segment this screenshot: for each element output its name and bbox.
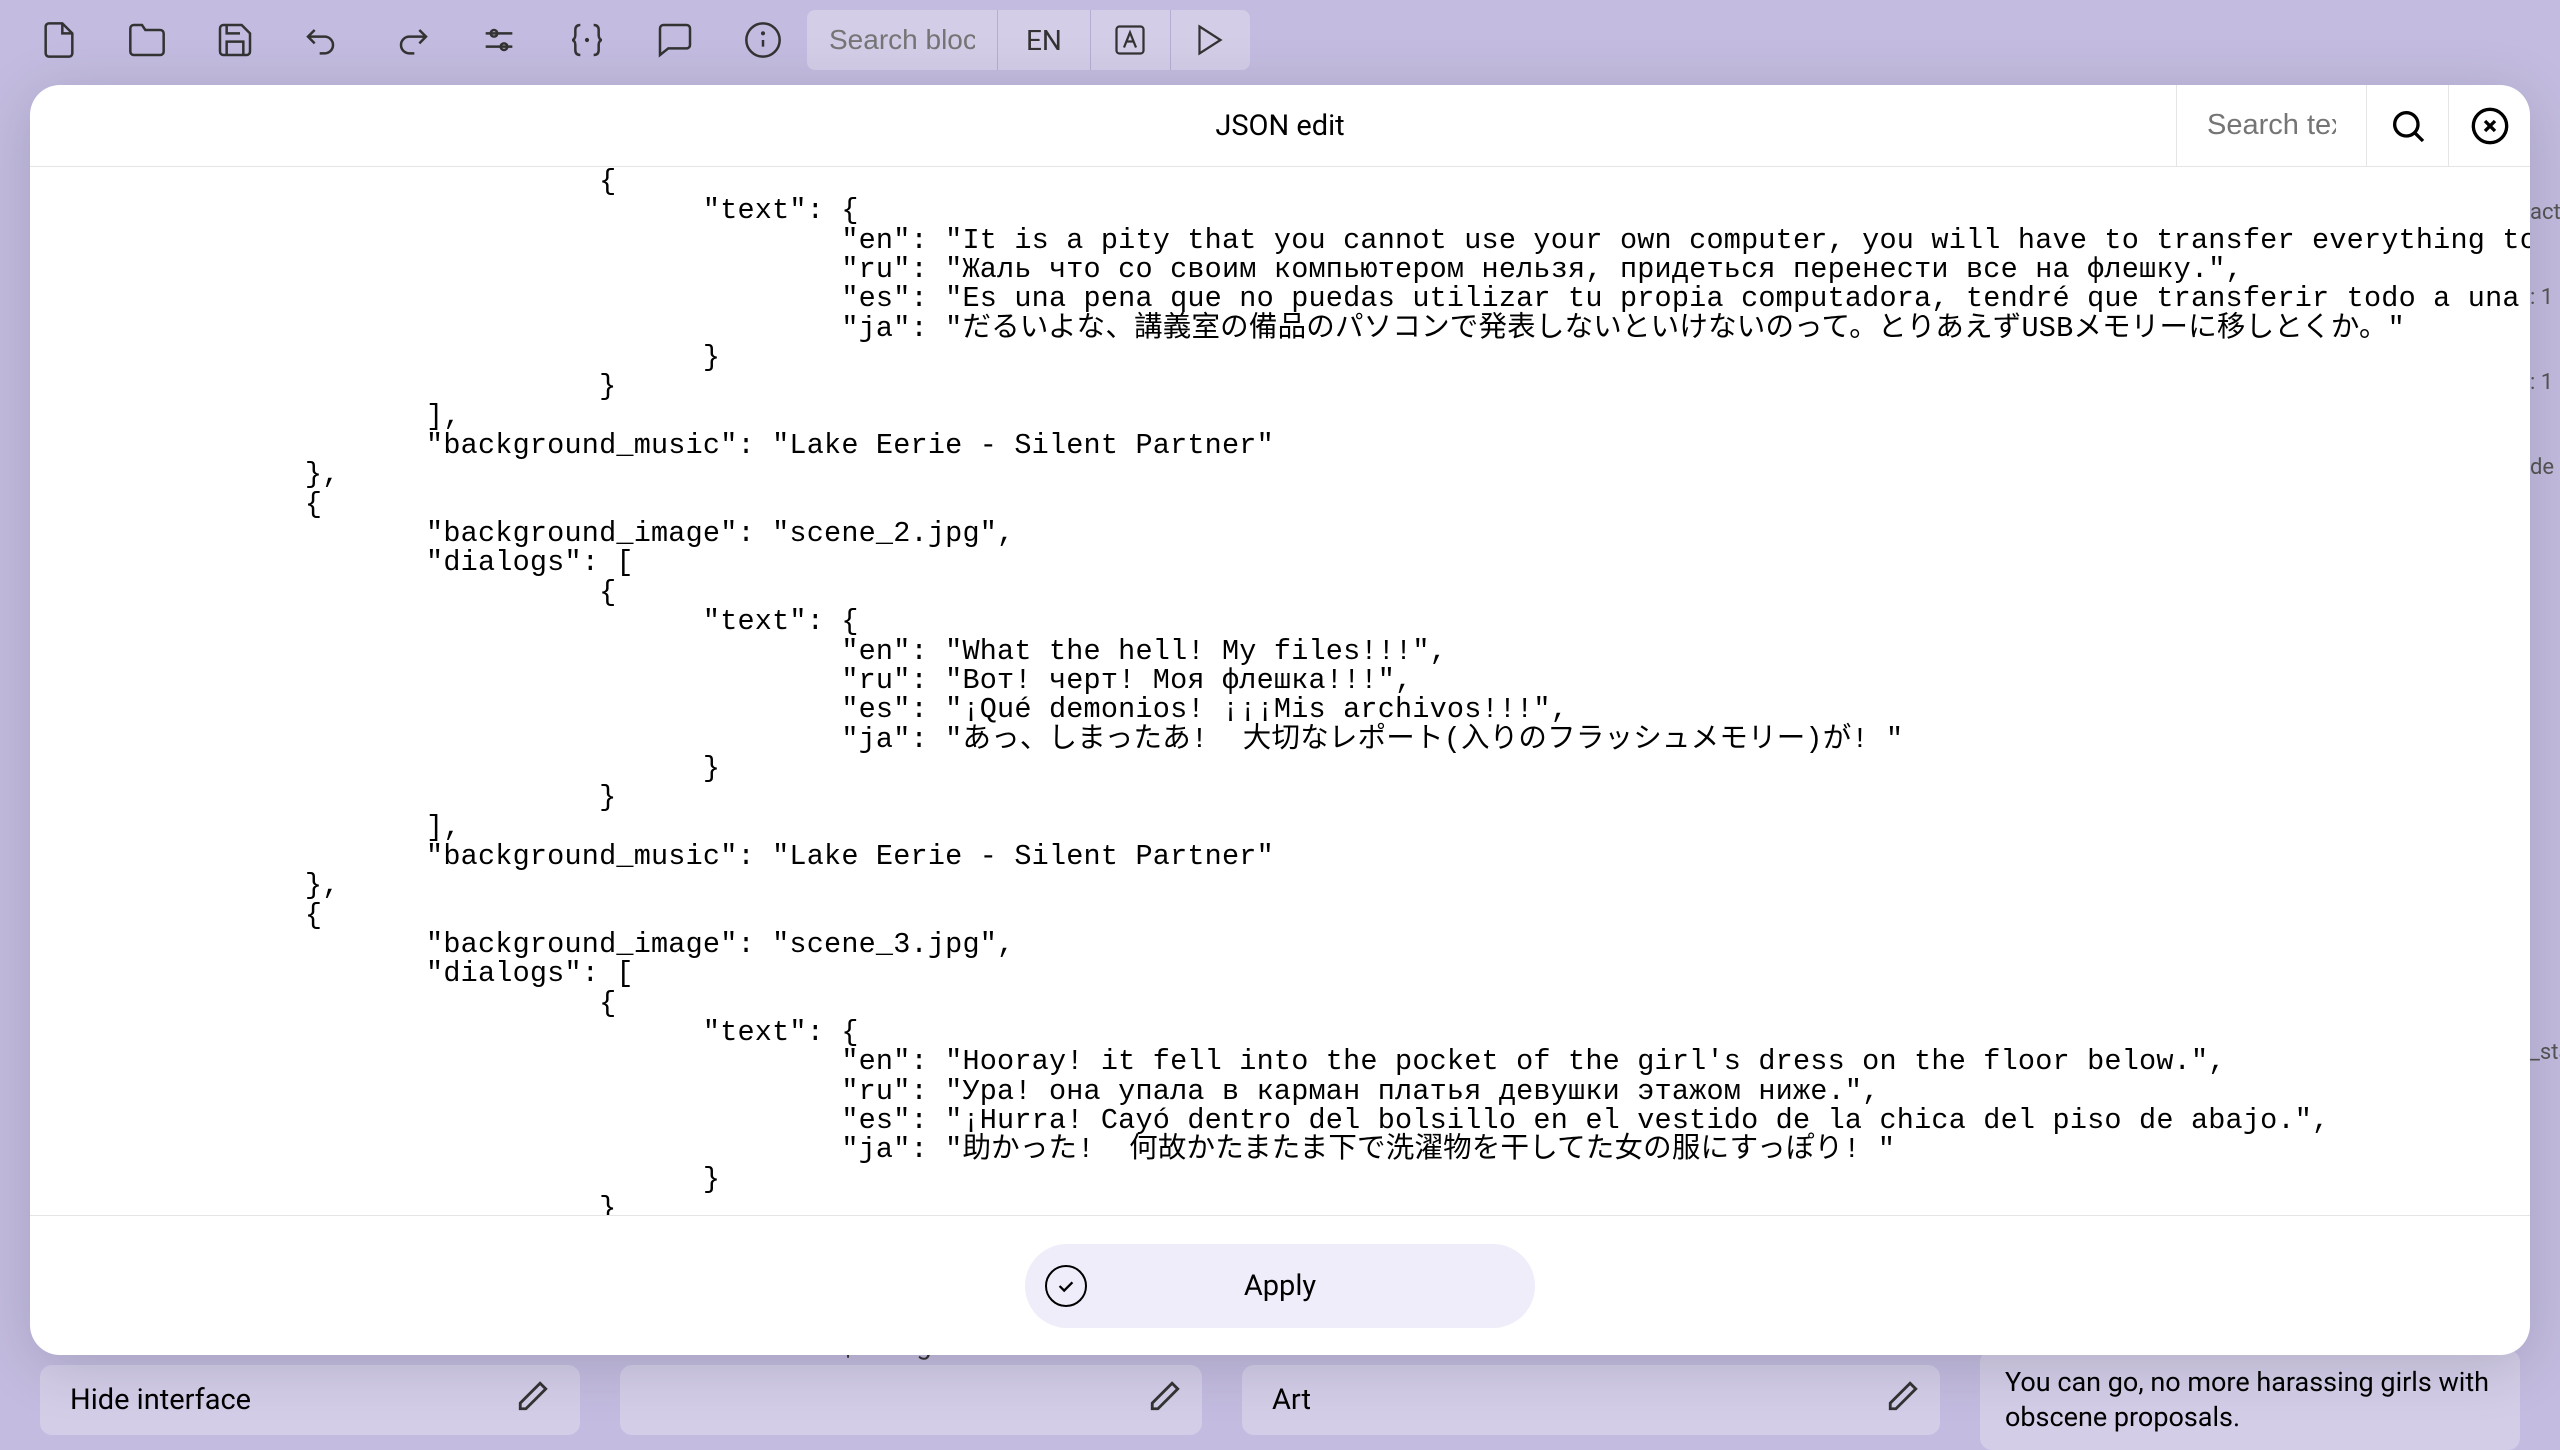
close-button[interactable]	[2448, 85, 2530, 166]
art-panel[interactable]: Art	[1242, 1365, 1940, 1435]
dialog-text-card[interactable]: You can go, no more harassing girls with…	[1980, 1350, 2520, 1450]
obscured-right-panel: actic : 1 : 1 de _sta	[2530, 200, 2560, 1125]
scene-dialog-panel[interactable]: scene: 1 | dialog: 3	[620, 1365, 1202, 1435]
modal-footer: Apply	[30, 1215, 2530, 1355]
apply-button[interactable]: Apply	[1025, 1244, 1535, 1328]
pencil-icon[interactable]	[1148, 1379, 1182, 1421]
art-label: Art	[1272, 1383, 1311, 1417]
comment-button[interactable]	[631, 0, 719, 80]
language-selector[interactable]: EN	[997, 10, 1090, 70]
undo-button[interactable]	[279, 0, 367, 80]
dialog-text: You can go, no more harassing girls with…	[2005, 1366, 2489, 1433]
play-button[interactable]	[1170, 10, 1250, 70]
new-file-button[interactable]	[15, 0, 103, 80]
font-a-button[interactable]	[1090, 10, 1170, 70]
pencil-icon[interactable]	[1886, 1379, 1920, 1421]
settings-sliders-button[interactable]	[455, 0, 543, 80]
apply-label: Apply	[1025, 1269, 1535, 1303]
hide-interface-button[interactable]: Hide interface	[40, 1365, 580, 1435]
save-button[interactable]	[191, 0, 279, 80]
hide-interface-label: Hide interface	[70, 1383, 251, 1417]
info-button[interactable]	[719, 0, 807, 80]
search-block-input[interactable]	[807, 10, 997, 70]
search-block-group: EN	[807, 10, 1250, 70]
search-button[interactable]	[2366, 85, 2448, 166]
modal-header: JSON edit	[30, 85, 2530, 167]
json-edit-modal: JSON edit { "text": {	[30, 85, 2530, 1355]
open-folder-button[interactable]	[103, 0, 191, 80]
pencil-icon	[516, 1379, 550, 1421]
redo-button[interactable]	[367, 0, 455, 80]
json-editor[interactable]: { "text": { "en": "It is a pity that you…	[30, 167, 2530, 1215]
top-toolbar: EN	[0, 0, 2560, 80]
check-circle-icon	[1045, 1265, 1087, 1307]
modal-title: JSON edit	[1215, 109, 1344, 143]
bottom-panel: Hide interface scene: 1 | dialog: 3 Art …	[0, 1360, 2560, 1440]
search-text-input[interactable]	[2176, 85, 2366, 166]
json-braces-button[interactable]	[543, 0, 631, 80]
